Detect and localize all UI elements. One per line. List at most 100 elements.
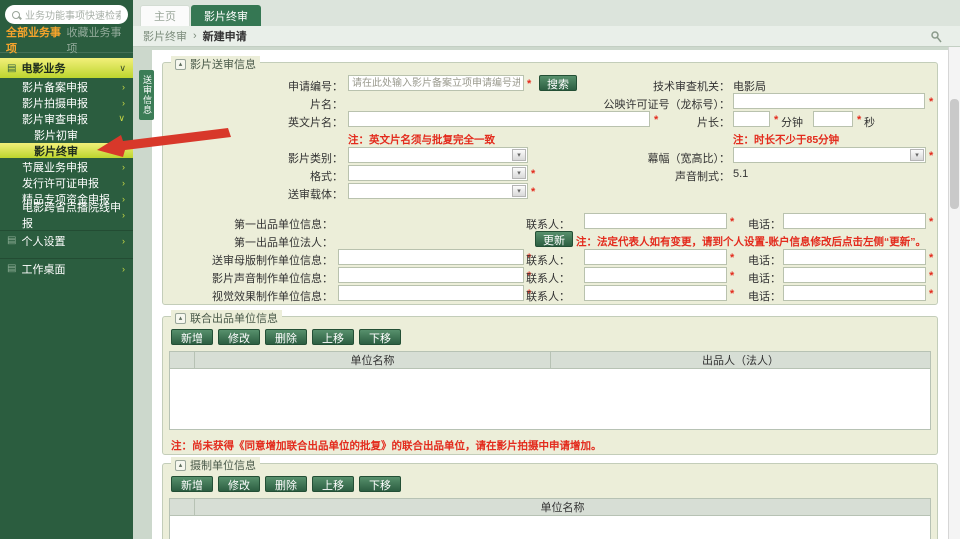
vfx-unit-contact-input[interactable] bbox=[584, 285, 727, 301]
sidebar: 业务功能事项快速检索 全部业务事项 收藏业务事项 ▤ 电影业务 ∨ 影片备案申报… bbox=[0, 0, 133, 539]
sidebar-item-film-shooting[interactable]: 影片拍摄申报 › bbox=[0, 95, 133, 110]
tech-org-label: 技术审查机关： bbox=[653, 81, 730, 93]
pin-icon[interactable] bbox=[929, 30, 942, 43]
format-select[interactable]: ▾ bbox=[348, 165, 528, 181]
required-mark: * bbox=[929, 270, 934, 282]
format-label: 格式： bbox=[310, 171, 343, 183]
sound-format-label: 声音制式： bbox=[675, 171, 730, 183]
required-mark: * bbox=[531, 186, 536, 198]
sidebar-item-film-business[interactable]: ▤ 电影业务 ∨ bbox=[0, 58, 133, 78]
edit-button[interactable]: 修改 bbox=[218, 476, 260, 492]
move-down-button[interactable]: 下移 bbox=[359, 476, 401, 492]
sidebar-item-final-review[interactable]: 影片终审 bbox=[0, 143, 133, 158]
sound-unit-label: 影片声音制作单位信息： bbox=[212, 273, 333, 285]
vfx-unit-phone-input[interactable] bbox=[783, 285, 926, 301]
chevron-down-icon: ∨ bbox=[118, 113, 125, 123]
duration-seconds-input[interactable] bbox=[813, 111, 853, 127]
tab-all-business[interactable]: 全部业务事项 bbox=[6, 24, 67, 56]
first-unit-phone-input[interactable] bbox=[783, 213, 926, 229]
sidebar-item-personal-settings[interactable]: ▤ 个人设置 › bbox=[0, 230, 133, 250]
page-tabbar: 主页 影片终审 bbox=[133, 0, 960, 26]
master-unit-phone-input[interactable] bbox=[783, 249, 926, 265]
carrier-select[interactable]: ▾ bbox=[348, 183, 528, 199]
menu-root-label: 电影业务 bbox=[21, 63, 66, 75]
edit-button[interactable]: 修改 bbox=[218, 329, 260, 345]
sound-unit-contact-input[interactable] bbox=[584, 267, 727, 283]
move-up-button[interactable]: 上移 bbox=[312, 476, 354, 492]
submission-info-side-tab[interactable]: 送审信息 bbox=[139, 70, 154, 120]
unit-name-column-header: 单位名称 bbox=[194, 352, 550, 368]
contact-label: 联系人： bbox=[526, 273, 570, 285]
sidebar-item-cross-province[interactable]: 电影跨省点播院线申报 › bbox=[0, 202, 133, 230]
add-button[interactable]: 新增 bbox=[171, 329, 213, 345]
required-mark: * bbox=[929, 150, 934, 162]
app-no-input[interactable] bbox=[348, 75, 524, 91]
collapse-icon[interactable]: ▴ bbox=[175, 312, 186, 324]
move-down-button[interactable]: 下移 bbox=[359, 329, 401, 345]
breadcrumb-parent[interactable]: 影片终审 bbox=[143, 28, 187, 44]
dropdown-icon[interactable]: ▾ bbox=[512, 185, 526, 197]
dropdown-icon[interactable]: ▾ bbox=[512, 167, 526, 179]
update-button[interactable]: 更新 bbox=[535, 231, 573, 247]
aspect-select[interactable]: ▾ bbox=[733, 147, 926, 163]
duration-note: 注：时长不少于85分钟 bbox=[733, 134, 840, 146]
scrollbar-thumb[interactable] bbox=[950, 99, 959, 209]
menu-item-label: 影片备案申报 bbox=[22, 81, 88, 94]
first-unit-contact-input[interactable] bbox=[584, 213, 727, 229]
menu-item-label: 电影跨省点播院线申报 bbox=[22, 201, 121, 230]
required-mark: * bbox=[730, 252, 735, 264]
delete-button[interactable]: 删除 bbox=[265, 329, 307, 345]
menu-item-label: 节展业务申报 bbox=[22, 161, 88, 174]
required-mark: * bbox=[929, 96, 934, 108]
required-mark: * bbox=[531, 168, 536, 180]
contact-label: 联系人： bbox=[526, 291, 570, 303]
chevron-right-icon: › bbox=[122, 209, 125, 220]
tech-org-value: 电影局 bbox=[733, 81, 766, 93]
sidebar-item-first-review[interactable]: 影片初审 bbox=[0, 127, 133, 142]
tab-label: 主页 bbox=[154, 11, 176, 23]
phone-label: 电话： bbox=[748, 219, 781, 231]
master-unit-input[interactable] bbox=[338, 249, 524, 265]
en-title-label: 英文片名： bbox=[288, 117, 343, 129]
license-input[interactable] bbox=[733, 93, 925, 109]
aspect-label: 幕幅（宽高比）： bbox=[647, 153, 731, 165]
joint-production-section: ▴ 联合出品单位信息 新增 修改 删除 上移 下移 单位名称 出品人（法人） 注… bbox=[162, 310, 938, 455]
sound-unit-input[interactable] bbox=[338, 267, 524, 283]
production-unit-table-body[interactable] bbox=[170, 516, 930, 539]
vfx-unit-input[interactable] bbox=[338, 285, 524, 301]
menu-item-label: 影片审查申报 bbox=[22, 113, 88, 126]
master-unit-contact-input[interactable] bbox=[584, 249, 727, 265]
collapse-icon[interactable]: ▴ bbox=[175, 459, 186, 471]
vertical-scrollbar[interactable] bbox=[948, 47, 960, 539]
move-up-button[interactable]: 上移 bbox=[312, 329, 354, 345]
dropdown-icon[interactable]: ▾ bbox=[910, 149, 924, 161]
sidebar-item-festival[interactable]: 节展业务申报 › bbox=[0, 159, 133, 174]
sidebar-item-film-record[interactable]: 影片备案申报 › bbox=[0, 79, 133, 94]
breadcrumb: 影片终审 › 新建申请 bbox=[133, 26, 960, 47]
dropdown-icon[interactable]: ▾ bbox=[512, 149, 526, 161]
duration-minutes-input[interactable] bbox=[733, 111, 770, 127]
required-mark: * bbox=[730, 270, 735, 282]
sidebar-item-work-desktop[interactable]: ▤ 工作桌面 › bbox=[0, 258, 133, 278]
required-mark: * bbox=[929, 288, 934, 300]
tab-favorite-business[interactable]: 收藏业务事项 bbox=[67, 24, 128, 56]
first-unit-label: 第一出品单位信息： bbox=[234, 219, 333, 231]
required-mark: * bbox=[857, 114, 862, 126]
sidebar-item-distribution-license[interactable]: 发行许可证申报 › bbox=[0, 175, 133, 190]
select-column-header bbox=[170, 499, 194, 515]
tab-film-final-review[interactable]: 影片终审 bbox=[191, 5, 261, 26]
duration-label: 片长： bbox=[697, 117, 730, 129]
section-title: 联合出品单位信息 bbox=[190, 313, 278, 325]
unit-name-column-header: 单位名称 bbox=[194, 499, 930, 515]
joint-production-table-body[interactable] bbox=[170, 369, 930, 429]
chevron-down-icon: ∨ bbox=[119, 62, 126, 73]
sidebar-search-input[interactable]: 业务功能事项快速检索 bbox=[5, 5, 128, 24]
category-select[interactable]: ▾ bbox=[348, 147, 528, 163]
film-title-label: 片名： bbox=[310, 99, 343, 111]
sidebar-item-film-review[interactable]: 影片审查申报 ∨ bbox=[0, 111, 133, 126]
delete-button[interactable]: 删除 bbox=[265, 476, 307, 492]
chevron-right-icon: › bbox=[122, 81, 125, 92]
add-button[interactable]: 新增 bbox=[171, 476, 213, 492]
tab-home[interactable]: 主页 bbox=[140, 5, 190, 26]
sound-unit-phone-input[interactable] bbox=[783, 267, 926, 283]
